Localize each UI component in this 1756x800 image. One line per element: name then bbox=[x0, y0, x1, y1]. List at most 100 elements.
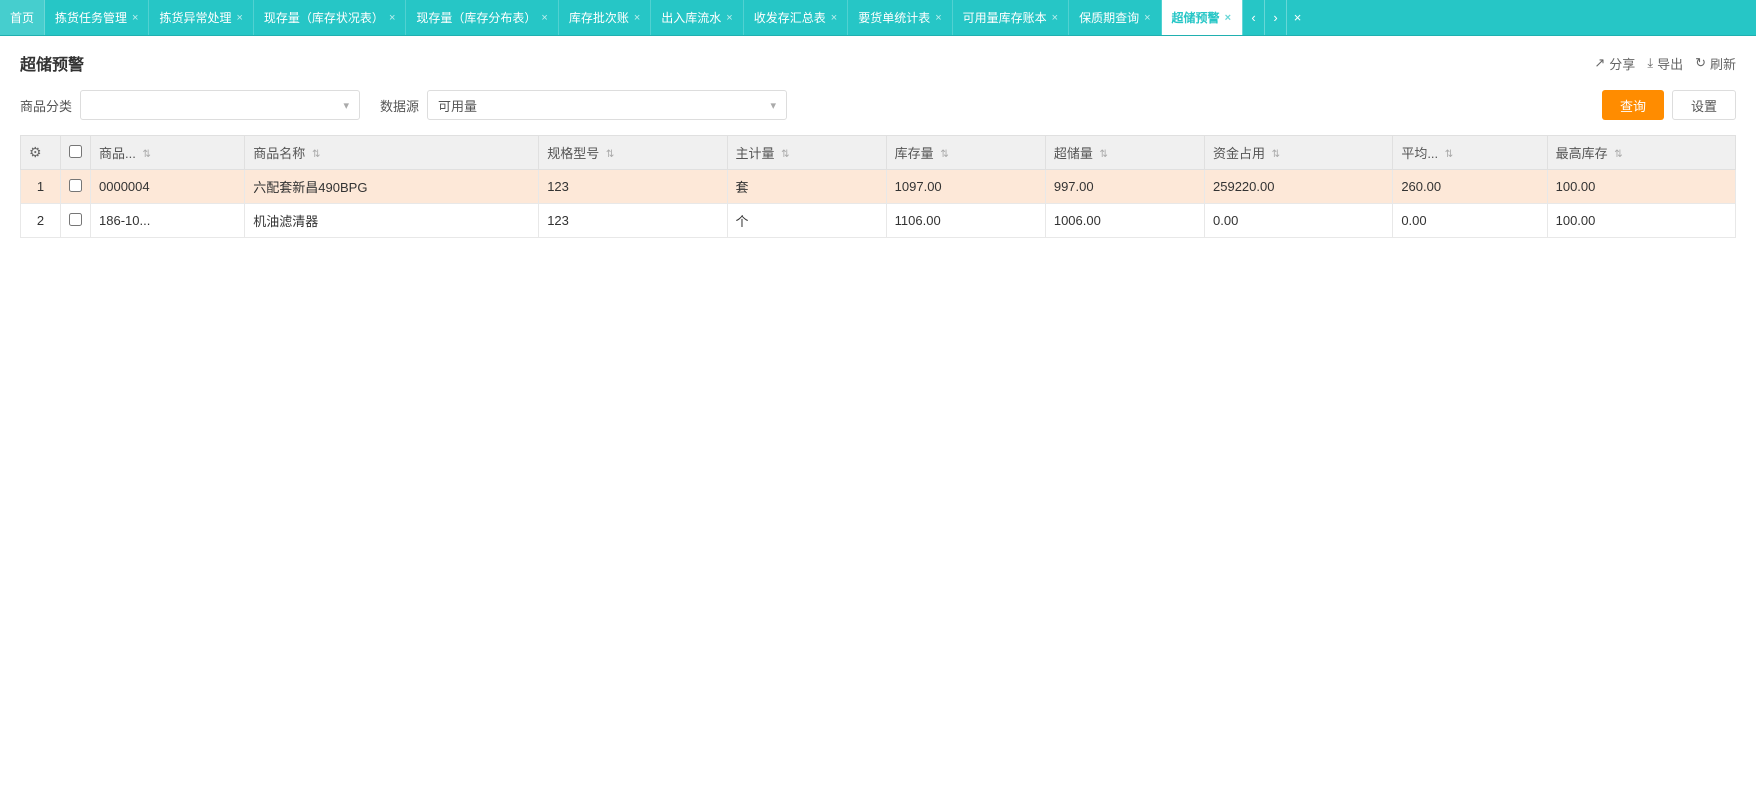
row-checkbox[interactable] bbox=[69, 213, 82, 226]
close-tab-order-stats[interactable]: × bbox=[935, 12, 941, 24]
row-checkbox-cell[interactable] bbox=[61, 170, 91, 204]
cell-product-name: 机油滤清器 bbox=[245, 204, 539, 238]
cell-avg: 260.00 bbox=[1393, 170, 1547, 204]
col-header-checkbox[interactable] bbox=[61, 136, 91, 170]
row-checkbox-cell[interactable] bbox=[61, 204, 91, 238]
nav-tab-available[interactable]: 可用量库存账本 × bbox=[953, 0, 1069, 36]
table-header-row: ⚙ 商品... ⇅ 商品名称 ⇅ 规格型号 ⇅ 主计量 bbox=[21, 136, 1736, 170]
nav-tab-summary[interactable]: 收发存汇总表 × bbox=[744, 0, 848, 36]
sort-icon-product-code: ⇅ bbox=[142, 149, 150, 160]
nav-tab-batch[interactable]: 库存批次账 × bbox=[559, 0, 651, 36]
cell-stock: 1106.00 bbox=[886, 204, 1045, 238]
cell-max-stock: 100.00 bbox=[1547, 170, 1735, 204]
col-header-product-name[interactable]: 商品名称 ⇅ bbox=[245, 136, 539, 170]
datasource-select[interactable]: 可用量 ▾ bbox=[427, 90, 787, 120]
close-tab-overflow[interactable]: × bbox=[1225, 12, 1231, 24]
page-content: 超储预警 ↗ 分享 ⤓ 导出 ↻ 刷新 商品分类 ▾ 数据源 bbox=[0, 36, 1756, 800]
col-header-spec[interactable]: 规格型号 ⇅ bbox=[539, 136, 727, 170]
refresh-icon: ↻ bbox=[1695, 55, 1706, 71]
category-label: 商品分类 bbox=[20, 96, 72, 115]
sort-icon-capital: ⇅ bbox=[1272, 149, 1280, 160]
nav-tab-overflow[interactable]: 超储预警 × bbox=[1162, 0, 1242, 36]
page-title: 超储预警 bbox=[20, 51, 84, 75]
share-icon: ↗ bbox=[1594, 55, 1605, 71]
nav-tab-expiry[interactable]: 保质期查询 × bbox=[1069, 0, 1161, 36]
cell-spec: 123 bbox=[539, 204, 727, 238]
cell-overflow: 1006.00 bbox=[1045, 204, 1204, 238]
cell-unit: 个 bbox=[727, 204, 886, 238]
cell-avg: 0.00 bbox=[1393, 204, 1547, 238]
sort-icon-product-name: ⇅ bbox=[312, 149, 320, 160]
close-tab-expiry[interactable]: × bbox=[1144, 12, 1150, 24]
col-header-settings: ⚙ bbox=[21, 136, 61, 170]
sort-icon-spec: ⇅ bbox=[606, 149, 614, 160]
col-header-avg[interactable]: 平均... ⇅ bbox=[1393, 136, 1547, 170]
sort-icon-overflow: ⇅ bbox=[1099, 149, 1107, 160]
nav-arrow-right[interactable]: › bbox=[1264, 0, 1286, 36]
refresh-button[interactable]: ↻ 刷新 bbox=[1695, 54, 1736, 73]
cell-max-stock: 100.00 bbox=[1547, 204, 1735, 238]
sort-icon-max-stock: ⇅ bbox=[1614, 149, 1622, 160]
select-all-checkbox[interactable] bbox=[69, 145, 82, 158]
close-tab-exception[interactable]: × bbox=[236, 12, 242, 24]
nav-tab-exception[interactable]: 拣货异常处理 × bbox=[149, 0, 253, 36]
cell-capital: 259220.00 bbox=[1205, 170, 1393, 204]
row-number: 1 bbox=[21, 170, 61, 204]
filter-action-buttons: 查询 设置 bbox=[1602, 90, 1736, 120]
datasource-filter: 数据源 可用量 ▾ bbox=[380, 90, 787, 120]
col-header-stock[interactable]: 库存量 ⇅ bbox=[886, 136, 1045, 170]
close-tab-batch[interactable]: × bbox=[634, 12, 640, 24]
chevron-down-icon-datasource: ▾ bbox=[771, 99, 777, 112]
cell-product-name: 六配套新昌490BPG bbox=[245, 170, 539, 204]
close-tab-inventory-dist[interactable]: × bbox=[541, 12, 547, 24]
data-table: ⚙ 商品... ⇅ 商品名称 ⇅ 规格型号 ⇅ 主计量 bbox=[20, 135, 1736, 238]
sort-icon-unit: ⇅ bbox=[781, 149, 789, 160]
close-tab-summary[interactable]: × bbox=[831, 12, 837, 24]
row-number: 2 bbox=[21, 204, 61, 238]
close-tab-task-mgmt[interactable]: × bbox=[132, 12, 138, 24]
settings-button[interactable]: 设置 bbox=[1672, 90, 1736, 120]
page-header: 超储预警 ↗ 分享 ⤓ 导出 ↻ 刷新 bbox=[20, 51, 1736, 75]
export-button[interactable]: ⤓ 导出 bbox=[1647, 54, 1683, 73]
query-button[interactable]: 查询 bbox=[1602, 90, 1664, 120]
nav-tab-inventory-status[interactable]: 现存量（库存状况表） × bbox=[254, 0, 406, 36]
share-button[interactable]: ↗ 分享 bbox=[1594, 54, 1635, 73]
datasource-label: 数据源 bbox=[380, 96, 419, 115]
table-row: 1 0000004 六配套新昌490BPG 123 套 1097.00 997.… bbox=[21, 170, 1736, 204]
table-row: 2 186-10... 机油滤清器 123 个 1106.00 1006.00 … bbox=[21, 204, 1736, 238]
cell-stock: 1097.00 bbox=[886, 170, 1045, 204]
cell-product-code: 0000004 bbox=[91, 170, 245, 204]
cell-capital: 0.00 bbox=[1205, 204, 1393, 238]
nav-tab-home[interactable]: 首页 bbox=[0, 0, 45, 36]
cell-product-code: 186-10... bbox=[91, 204, 245, 238]
nav-tab-inout[interactable]: 出入库流水 × bbox=[651, 0, 743, 36]
sort-icon-stock: ⇅ bbox=[940, 149, 948, 160]
chevron-down-icon: ▾ bbox=[343, 99, 349, 112]
cell-overflow: 997.00 bbox=[1045, 170, 1204, 204]
col-header-overflow[interactable]: 超储量 ⇅ bbox=[1045, 136, 1204, 170]
category-select[interactable]: ▾ bbox=[80, 90, 360, 120]
header-actions: ↗ 分享 ⤓ 导出 ↻ 刷新 bbox=[1594, 54, 1736, 73]
close-tab-available[interactable]: × bbox=[1052, 12, 1058, 24]
col-header-max-stock[interactable]: 最高库存 ⇅ bbox=[1547, 136, 1735, 170]
row-checkbox[interactable] bbox=[69, 179, 82, 192]
export-icon: ⤓ bbox=[1647, 55, 1653, 71]
col-header-capital[interactable]: 资金占用 ⇅ bbox=[1205, 136, 1393, 170]
nav-arrow-left[interactable]: ‹ bbox=[1242, 0, 1264, 36]
nav-tab-order-stats[interactable]: 要货单统计表 × bbox=[848, 0, 952, 36]
nav-tab-task-mgmt[interactable]: 拣货任务管理 × bbox=[45, 0, 149, 36]
close-tab-inventory-status[interactable]: × bbox=[389, 12, 395, 24]
filter-row: 商品分类 ▾ 数据源 可用量 ▾ 查询 设置 bbox=[20, 90, 1736, 120]
cell-unit: 套 bbox=[727, 170, 886, 204]
sort-icon-avg: ⇅ bbox=[1445, 149, 1453, 160]
gear-icon[interactable]: ⚙ bbox=[29, 144, 42, 160]
top-navigation: 首页 拣货任务管理 × 拣货异常处理 × 现存量（库存状况表） × 现存量（库存… bbox=[0, 0, 1756, 36]
nav-tab-inventory-dist[interactable]: 现存量（库存分布表） × bbox=[406, 0, 558, 36]
nav-arrow-close-all[interactable]: × bbox=[1286, 0, 1308, 36]
close-tab-inout[interactable]: × bbox=[726, 12, 732, 24]
datasource-value: 可用量 bbox=[438, 96, 477, 115]
category-filter: 商品分类 ▾ bbox=[20, 90, 360, 120]
col-header-product-code[interactable]: 商品... ⇅ bbox=[91, 136, 245, 170]
col-header-unit[interactable]: 主计量 ⇅ bbox=[727, 136, 886, 170]
cell-spec: 123 bbox=[539, 170, 727, 204]
